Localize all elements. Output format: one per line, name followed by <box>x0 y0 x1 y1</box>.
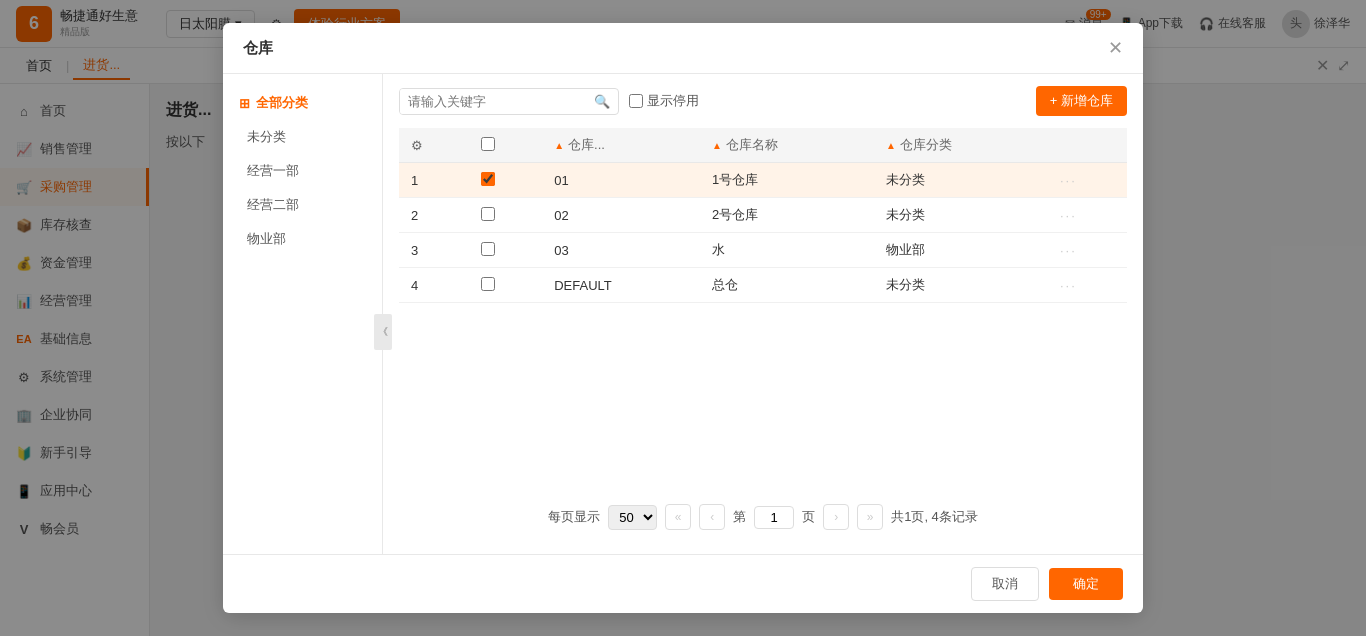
row-category-1: 未分类 <box>874 163 1048 198</box>
col-checkbox-header[interactable] <box>469 128 543 163</box>
col-actions-header <box>1048 128 1127 163</box>
grid-icon: ⊞ <box>239 96 250 111</box>
sort-icon: ▲ <box>554 140 564 151</box>
row-index-4: 4 <box>399 268 469 303</box>
table-row[interactable]: 2 02 2号仓库 未分类 ··· <box>399 198 1127 233</box>
col-category-label: 仓库分类 <box>900 136 952 154</box>
col-name-header[interactable]: ▲ 仓库名称 <box>700 128 874 163</box>
row-actions-3: ··· <box>1048 233 1127 268</box>
more-actions-icon[interactable]: ··· <box>1060 173 1077 188</box>
category-sidebar: ⊞ 全部分类 未分类 经营一部 经营二部 物业部 《 <box>223 74 383 554</box>
collapse-sidebar-button[interactable]: 《 <box>374 314 392 350</box>
row-name-1: 1号仓库 <box>700 163 874 198</box>
per-page-select[interactable]: 50 <box>608 505 657 530</box>
add-warehouse-button[interactable]: + 新增仓库 <box>1036 86 1127 116</box>
category-item-property[interactable]: 物业部 <box>223 222 382 256</box>
category-item-ops1[interactable]: 经营一部 <box>223 154 382 188</box>
row-checkbox-1[interactable] <box>469 163 543 198</box>
confirm-button[interactable]: 确定 <box>1049 568 1123 600</box>
row-checkbox-2[interactable] <box>469 198 543 233</box>
search-input[interactable] <box>400 89 586 114</box>
first-page-button[interactable]: « <box>665 504 691 530</box>
row-code-1: 01 <box>542 163 700 198</box>
row-code-3: 03 <box>542 233 700 268</box>
prev-page-button[interactable]: ‹ <box>699 504 725 530</box>
row-category-3: 物业部 <box>874 233 1048 268</box>
row-name-4: 总仓 <box>700 268 874 303</box>
row-index-3: 3 <box>399 233 469 268</box>
col-category-header[interactable]: ▲ 仓库分类 <box>874 128 1048 163</box>
modal-toolbar: 🔍 显示停用 + 新增仓库 <box>399 86 1127 116</box>
table-settings-icon[interactable]: ⚙ <box>411 138 423 153</box>
more-actions-icon[interactable]: ··· <box>1060 278 1077 293</box>
modal-close-button[interactable]: ✕ <box>1108 37 1123 59</box>
row-index-2: 2 <box>399 198 469 233</box>
page-label: 第 <box>733 508 746 526</box>
modal-footer: 取消 确定 <box>223 554 1143 613</box>
show-disabled-checkbox[interactable] <box>629 94 643 108</box>
row-checkbox-4[interactable] <box>469 268 543 303</box>
cancel-button[interactable]: 取消 <box>971 567 1039 601</box>
category-item-unclassified[interactable]: 未分类 <box>223 120 382 154</box>
col-name-label: 仓库名称 <box>726 136 778 154</box>
more-actions-icon[interactable]: ··· <box>1060 208 1077 223</box>
col-code-label: 仓库... <box>568 136 605 154</box>
row-code-2: 02 <box>542 198 700 233</box>
warehouse-table: ⚙ ▲ 仓库... <box>399 128 1127 303</box>
show-disabled-checkbox-label[interactable]: 显示停用 <box>629 92 699 110</box>
row-actions-2: ··· <box>1048 198 1127 233</box>
table-row[interactable]: 3 03 水 物业部 ··· <box>399 233 1127 268</box>
page-input[interactable] <box>754 506 794 529</box>
name-sort-icon: ▲ <box>712 140 722 151</box>
page-unit: 页 <box>802 508 815 526</box>
row-code-4: DEFAULT <box>542 268 700 303</box>
per-page-label: 每页显示 <box>548 508 600 526</box>
table-row[interactable]: 1 01 1号仓库 未分类 ··· <box>399 163 1127 198</box>
all-category-label: 全部分类 <box>256 94 308 112</box>
row-category-2: 未分类 <box>874 198 1048 233</box>
pagination-bar: 每页显示 50 « ‹ 第 页 › » 共1页, 4条记录 <box>399 492 1127 542</box>
row-actions-1: ··· <box>1048 163 1127 198</box>
table-row[interactable]: 4 DEFAULT 总仓 未分类 ··· <box>399 268 1127 303</box>
category-item-ops2[interactable]: 经营二部 <box>223 188 382 222</box>
row-index-1: 1 <box>399 163 469 198</box>
row-actions-4: ··· <box>1048 268 1127 303</box>
search-icon[interactable]: 🔍 <box>586 89 618 114</box>
col-code-header[interactable]: ▲ 仓库... <box>542 128 700 163</box>
col-settings-header[interactable]: ⚙ <box>399 128 469 163</box>
modal-title: 仓库 <box>243 39 273 58</box>
row-checkbox-3[interactable] <box>469 233 543 268</box>
last-page-button[interactable]: » <box>857 504 883 530</box>
modal-body: ⊞ 全部分类 未分类 经营一部 经营二部 物业部 《 🔍 <box>223 74 1143 554</box>
modal-right-panel: 🔍 显示停用 + 新增仓库 ⚙ <box>383 74 1143 554</box>
row-name-2: 2号仓库 <box>700 198 874 233</box>
table-header-row: ⚙ ▲ 仓库... <box>399 128 1127 163</box>
warehouse-modal: 仓库 ✕ ⊞ 全部分类 未分类 经营一部 经营二部 物业部 《 <box>223 23 1143 613</box>
total-label: 共1页, 4条记录 <box>891 508 978 526</box>
cat-sort-icon: ▲ <box>886 140 896 151</box>
search-box: 🔍 <box>399 88 619 115</box>
select-all-checkbox[interactable] <box>481 137 495 151</box>
row-category-4: 未分类 <box>874 268 1048 303</box>
show-disabled-label: 显示停用 <box>647 92 699 110</box>
modal-header: 仓库 ✕ <box>223 23 1143 74</box>
more-actions-icon[interactable]: ··· <box>1060 243 1077 258</box>
row-name-3: 水 <box>700 233 874 268</box>
modal-overlay: 仓库 ✕ ⊞ 全部分类 未分类 经营一部 经营二部 物业部 《 <box>0 0 1366 636</box>
next-page-button[interactable]: › <box>823 504 849 530</box>
all-category-header[interactable]: ⊞ 全部分类 <box>223 86 382 120</box>
